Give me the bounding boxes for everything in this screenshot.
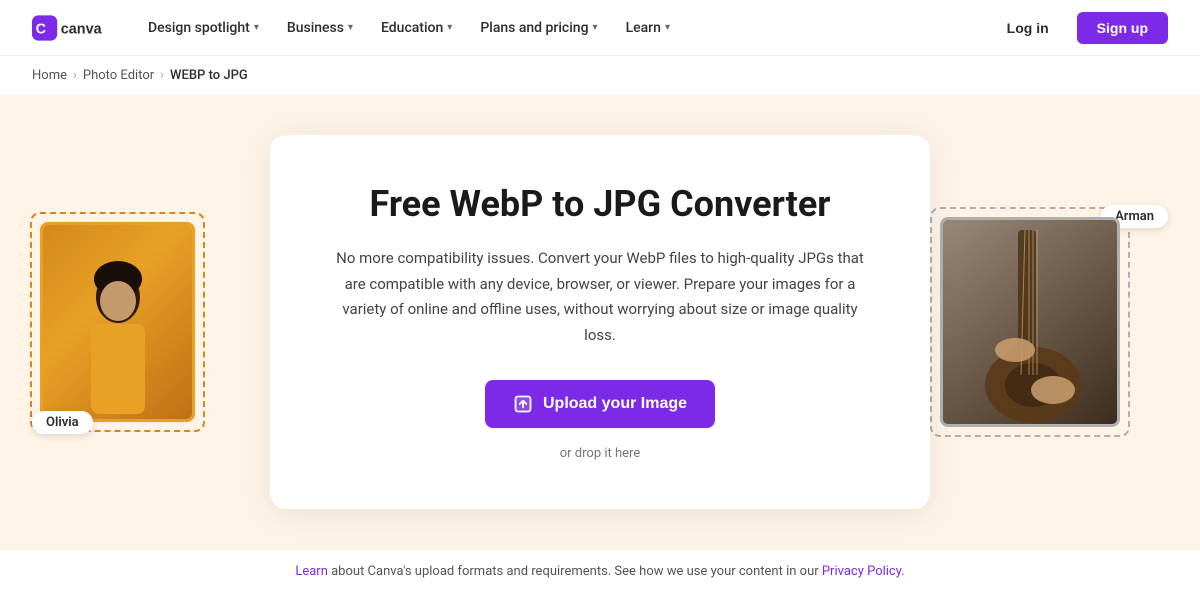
nav-education[interactable]: Education ▾ <box>369 14 464 42</box>
person-bg-left <box>43 225 192 419</box>
converter-card: Free WebP to JPG Converter No more compa… <box>270 135 930 509</box>
chevron-down-icon: ▾ <box>593 22 598 33</box>
navbar: C canva Design spotlight ▾ Business ▾ Ed… <box>0 0 1200 56</box>
nav-right: Log in Sign up <box>987 12 1168 44</box>
upload-icon <box>513 394 533 414</box>
footer-learn-link[interactable]: Learn <box>295 564 328 579</box>
converter-title: Free WebP to JPG Converter <box>334 183 866 226</box>
deco-image-left: Olivia <box>40 222 240 422</box>
chevron-down-icon: ▾ <box>348 22 353 33</box>
nav-design-spotlight[interactable]: Design spotlight ▾ <box>136 14 271 42</box>
footer-note: Learn about Canva's upload formats and r… <box>0 549 1200 593</box>
logo[interactable]: C canva <box>32 14 104 42</box>
svg-text:C: C <box>36 21 46 37</box>
chevron-down-icon: ▾ <box>665 22 670 33</box>
breadcrumb-sep-2: › <box>160 68 164 83</box>
breadcrumb-current: WEBP to JPG <box>170 68 248 83</box>
nav-learn[interactable]: Learn ▾ <box>614 14 682 42</box>
breadcrumb-photo-editor[interactable]: Photo Editor <box>83 68 154 83</box>
converter-description: No more compatibility issues. Convert yo… <box>334 246 866 348</box>
chevron-down-icon: ▾ <box>447 22 452 33</box>
name-tag-left: Olivia <box>32 411 93 434</box>
footer-text-before: about Canva's upload formats and require… <box>328 564 822 579</box>
deco-image-right: Arman <box>940 217 1160 427</box>
login-button[interactable]: Log in <box>987 12 1069 44</box>
svg-text:canva: canva <box>61 21 103 37</box>
signup-button[interactable]: Sign up <box>1077 12 1168 44</box>
chevron-down-icon: ▾ <box>254 22 259 33</box>
photo-frame-right <box>940 217 1120 427</box>
nav-business[interactable]: Business ▾ <box>275 14 365 42</box>
upload-button[interactable]: Upload your Image <box>485 380 715 428</box>
nav-plans-pricing[interactable]: Plans and pricing ▾ <box>468 14 609 42</box>
breadcrumb: Home › Photo Editor › WEBP to JPG <box>0 56 1200 95</box>
footer-text-after: . <box>901 564 904 579</box>
breadcrumb-home[interactable]: Home <box>32 68 67 83</box>
guitar-bg <box>943 220 1117 424</box>
drop-text: or drop it here <box>334 446 866 461</box>
photo-frame-left <box>40 222 195 422</box>
breadcrumb-sep-1: › <box>73 68 77 83</box>
nav-items: Design spotlight ▾ Business ▾ Education … <box>136 14 987 42</box>
footer-privacy-link[interactable]: Privacy Policy <box>822 564 901 579</box>
hero-section: Olivia Free WebP to JPG Converter No mor… <box>0 95 1200 549</box>
